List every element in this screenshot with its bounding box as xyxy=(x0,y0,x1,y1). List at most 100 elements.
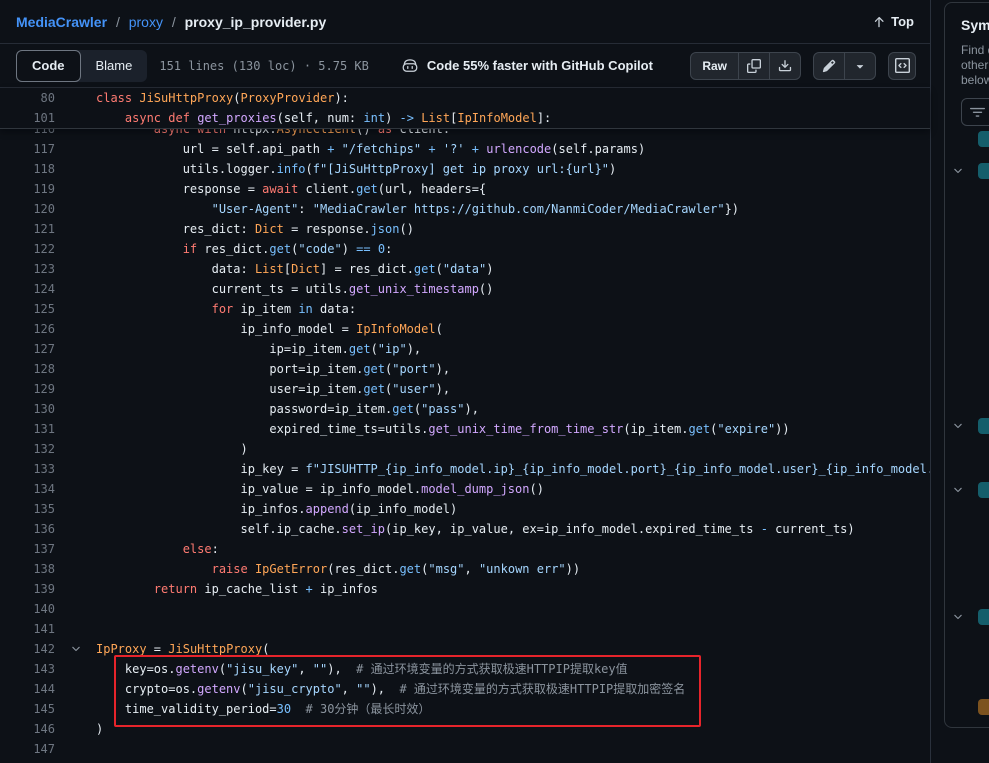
code-text: crypto=os.getenv("jisu_crypto", ""), # 通… xyxy=(96,679,930,699)
back-to-top-link[interactable]: Top xyxy=(872,14,914,29)
download-icon xyxy=(778,59,792,73)
gutter-spacer xyxy=(55,319,96,339)
line-number[interactable]: 101 xyxy=(0,108,55,128)
line-number[interactable]: 117 xyxy=(0,139,55,159)
symbol-row[interactable] xyxy=(952,129,989,149)
line-number[interactable]: 132 xyxy=(0,439,55,459)
symbol-kind-badge xyxy=(978,163,989,179)
tab-code[interactable]: Code xyxy=(16,50,81,82)
code-text: for ip_item in data: xyxy=(96,299,930,319)
symbol-row[interactable] xyxy=(952,161,989,181)
gutter-spacer xyxy=(55,339,96,359)
line-number[interactable]: 142 xyxy=(0,639,55,659)
gutter-spacer xyxy=(55,439,96,459)
line-number[interactable]: 131 xyxy=(0,419,55,439)
line-number[interactable]: 137 xyxy=(0,539,55,559)
code-line: 80class JiSuHttpProxy(ProxyProvider): xyxy=(0,88,930,108)
line-number[interactable]: 116 xyxy=(0,129,55,139)
code-text xyxy=(96,739,930,759)
line-number[interactable]: 128 xyxy=(0,359,55,379)
gutter-spacer xyxy=(55,419,96,439)
code-square-icon xyxy=(895,58,910,73)
code-text: IpProxy = JiSuHttpProxy( xyxy=(96,639,930,659)
code-blame-switch: Code Blame xyxy=(16,50,147,82)
line-number[interactable]: 122 xyxy=(0,239,55,259)
code-line: 122 if res_dict.get("code") == 0: xyxy=(0,239,930,259)
line-number[interactable]: 134 xyxy=(0,479,55,499)
gutter-spacer xyxy=(55,659,96,679)
code-text: if res_dict.get("code") == 0: xyxy=(96,239,930,259)
code-line: 147 xyxy=(0,739,930,759)
gutter-spacer xyxy=(55,88,96,108)
gutter-spacer xyxy=(55,699,96,719)
line-number[interactable]: 125 xyxy=(0,299,55,319)
chevron-down-icon[interactable] xyxy=(952,611,964,623)
symbols-description-line: below or in the code. xyxy=(961,73,989,88)
line-number[interactable]: 120 xyxy=(0,199,55,219)
code-line: 141 xyxy=(0,619,930,639)
copilot-banner[interactable]: Code 55% faster with GitHub Copilot xyxy=(401,57,653,75)
code-line: 132 ) xyxy=(0,439,930,459)
code-text: ip_infos.append(ip_info_model) xyxy=(96,499,930,519)
symbols-toggle-button[interactable] xyxy=(888,52,916,80)
file-info: 151 lines (130 loc) · 5.75 KB xyxy=(159,59,369,73)
code-area: 80class JiSuHttpProxy(ProxyProvider):101… xyxy=(0,88,930,759)
line-number[interactable]: 123 xyxy=(0,259,55,279)
copy-button[interactable] xyxy=(738,53,769,79)
line-number[interactable]: 121 xyxy=(0,219,55,239)
fold-chevron-icon[interactable] xyxy=(55,639,96,659)
gutter-spacer xyxy=(55,539,96,559)
symbol-row[interactable] xyxy=(952,416,989,436)
edit-button[interactable] xyxy=(814,53,844,79)
tab-blame[interactable]: Blame xyxy=(81,50,148,82)
code-text: data: List[Dict] = res_dict.get("data") xyxy=(96,259,930,279)
line-number[interactable]: 138 xyxy=(0,559,55,579)
chevron-down-icon[interactable] xyxy=(952,484,964,496)
line-number[interactable]: 118 xyxy=(0,159,55,179)
code-line: 121 res_dict: Dict = response.json() xyxy=(0,219,930,239)
line-number[interactable]: 127 xyxy=(0,339,55,359)
line-number[interactable]: 126 xyxy=(0,319,55,339)
line-number[interactable]: 141 xyxy=(0,619,55,639)
chevron-down-icon[interactable] xyxy=(952,165,964,177)
gutter-spacer xyxy=(55,259,96,279)
line-number[interactable]: 143 xyxy=(0,659,55,679)
line-number[interactable]: 133 xyxy=(0,459,55,479)
line-number[interactable]: 139 xyxy=(0,579,55,599)
line-number[interactable]: 136 xyxy=(0,519,55,539)
symbol-row[interactable] xyxy=(952,697,989,717)
line-number[interactable]: 80 xyxy=(0,88,55,108)
line-number[interactable]: 129 xyxy=(0,379,55,399)
code-line: 146) xyxy=(0,719,930,739)
gutter-spacer xyxy=(55,279,96,299)
line-number[interactable]: 130 xyxy=(0,399,55,419)
line-number[interactable]: 135 xyxy=(0,499,55,519)
edit-dropdown-button[interactable] xyxy=(844,53,875,79)
code-line: 129 user=ip_item.get("user"), xyxy=(0,379,930,399)
symbol-row[interactable] xyxy=(952,607,989,627)
symbol-row[interactable] xyxy=(952,480,989,500)
gutter-spacer xyxy=(55,129,96,139)
code-line: 123 data: List[Dict] = res_dict.get("dat… xyxy=(0,259,930,279)
code-lines: 117 url = self.api_path + "/fetchips" + … xyxy=(0,139,930,759)
line-number[interactable]: 124 xyxy=(0,279,55,299)
symbol-kind-badge xyxy=(978,418,989,434)
code-text: ip_key = f"JISUHTTP_{ip_info_model.ip}_{… xyxy=(96,459,930,479)
raw-button[interactable]: Raw xyxy=(691,53,738,79)
file-view-container: MediaCrawler / proxy / proxy_ip_provider… xyxy=(0,0,931,763)
code-line: 139 return ip_cache_list + ip_infos xyxy=(0,579,930,599)
line-number[interactable]: 140 xyxy=(0,599,55,619)
breadcrumb-folder-link[interactable]: proxy xyxy=(129,14,163,30)
code-text: key=os.getenv("jisu_key", ""), # 通过环境变量的… xyxy=(96,659,930,679)
line-number[interactable]: 145 xyxy=(0,699,55,719)
chevron-down-icon[interactable] xyxy=(952,420,964,432)
code-line: 140 xyxy=(0,599,930,619)
download-button[interactable] xyxy=(769,53,800,79)
line-number[interactable]: 144 xyxy=(0,679,55,699)
code-text: res_dict: Dict = response.json() xyxy=(96,219,930,239)
breadcrumb-repo-link[interactable]: MediaCrawler xyxy=(16,14,107,30)
line-number[interactable]: 147 xyxy=(0,739,55,759)
filter-icon xyxy=(970,105,985,120)
line-number[interactable]: 146 xyxy=(0,719,55,739)
line-number[interactable]: 119 xyxy=(0,179,55,199)
